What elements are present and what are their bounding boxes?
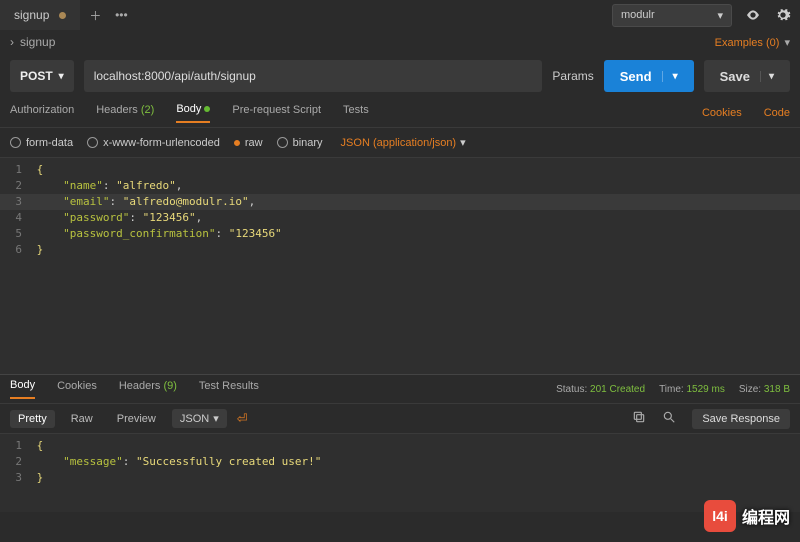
url-row: POST ▾ Params Send ▾ Save ▾ (0, 54, 800, 98)
gear-icon[interactable] (770, 2, 796, 28)
request-body-editor[interactable]: 1 { 2 "name": "alfredo", 3 "email": "alf… (0, 158, 800, 374)
response-toolbar: Pretty Raw Preview JSON ▾ ⏎ Save Respons… (0, 404, 800, 434)
wrap-lines-icon[interactable]: ⏎ (237, 411, 248, 427)
chevron-down-icon: ▾ (460, 136, 466, 149)
resp-tab-body[interactable]: Body (10, 379, 35, 399)
chevron-down-icon[interactable]: ▾ (662, 71, 678, 82)
url-input[interactable] (84, 60, 543, 92)
tab-more-button[interactable]: ••• (110, 4, 132, 26)
format-select[interactable]: JSON ▾ (172, 409, 227, 428)
radio-form-data[interactable]: form-data (10, 137, 73, 149)
tab-headers[interactable]: Headers (2) (96, 104, 154, 122)
tab-body[interactable]: Body (176, 103, 210, 123)
resp-tab-cookies[interactable]: Cookies (57, 380, 97, 398)
breadcrumb-row: › signup Examples (0) ▾ (0, 30, 800, 54)
watermark-text: 编程网 (742, 504, 790, 528)
tab-tests[interactable]: Tests (343, 104, 369, 122)
tab-prerequest[interactable]: Pre-request Script (232, 104, 321, 122)
response-body-editor[interactable]: 1 { 2 "message": "Successfully created u… (0, 434, 800, 512)
watermark: l4i 编程网 (704, 500, 790, 532)
method-label: POST (20, 69, 53, 83)
chevron-down-icon: ▾ (59, 71, 64, 82)
save-response-button[interactable]: Save Response (692, 409, 790, 429)
dot-icon (204, 106, 210, 112)
chevron-down-icon[interactable]: ▾ (760, 71, 774, 82)
content-type-select[interactable]: JSON (application/json) ▾ (341, 136, 466, 149)
size-stat: Size: 318 B (739, 384, 790, 395)
examples-dropdown[interactable]: Examples (0) ▾ (715, 36, 790, 49)
view-raw[interactable]: Raw (63, 410, 101, 428)
radio-raw[interactable]: raw (234, 137, 263, 149)
send-button[interactable]: Send ▾ (604, 60, 694, 92)
resp-tab-tests[interactable]: Test Results (199, 380, 259, 398)
view-preview[interactable]: Preview (109, 410, 164, 428)
workspace-name: modulr (621, 9, 655, 21)
chevron-down-icon: ▾ (717, 9, 723, 22)
search-icon[interactable] (662, 410, 676, 427)
code-link[interactable]: Code (764, 107, 790, 119)
time-stat: Time: 1529 ms (659, 384, 725, 395)
watermark-logo: l4i (704, 500, 736, 532)
body-type-row: form-data x-www-form-urlencoded raw bina… (0, 128, 800, 158)
tab-label: signup (14, 8, 49, 22)
workspace-select[interactable]: modulr ▾ (612, 4, 732, 27)
response-tab-bar: Body Cookies Headers (9) Test Results St… (0, 374, 800, 404)
cookies-link[interactable]: Cookies (702, 107, 742, 119)
radio-binary[interactable]: binary (277, 137, 323, 149)
tab-signup[interactable]: signup (0, 0, 80, 30)
copy-icon[interactable] (632, 410, 646, 427)
params-link[interactable]: Params (552, 69, 593, 83)
eye-icon[interactable] (740, 2, 766, 28)
request-subtabs: Authorization Headers (2) Body Pre-reque… (0, 98, 800, 128)
chevron-down-icon: ▾ (213, 412, 219, 425)
chevron-right-icon: › (10, 35, 14, 49)
radio-urlencoded[interactable]: x-www-form-urlencoded (87, 137, 220, 149)
breadcrumb-name: signup (20, 35, 55, 49)
save-label: Save (720, 69, 750, 84)
tab-authorization[interactable]: Authorization (10, 104, 74, 122)
save-button[interactable]: Save ▾ (704, 60, 790, 92)
chevron-down-icon: ▾ (784, 37, 790, 49)
resp-tab-headers[interactable]: Headers (9) (119, 380, 177, 398)
method-select[interactable]: POST ▾ (10, 60, 74, 92)
send-label: Send (620, 69, 652, 84)
unsaved-dot-icon (59, 12, 66, 19)
add-tab-button[interactable]: ＋ (84, 4, 106, 26)
status-stat: Status: 201 Created (556, 384, 645, 395)
examples-label: Examples (0) (715, 37, 780, 49)
view-pretty[interactable]: Pretty (10, 410, 55, 428)
tab-bar: signup ＋ ••• modulr ▾ (0, 0, 800, 30)
